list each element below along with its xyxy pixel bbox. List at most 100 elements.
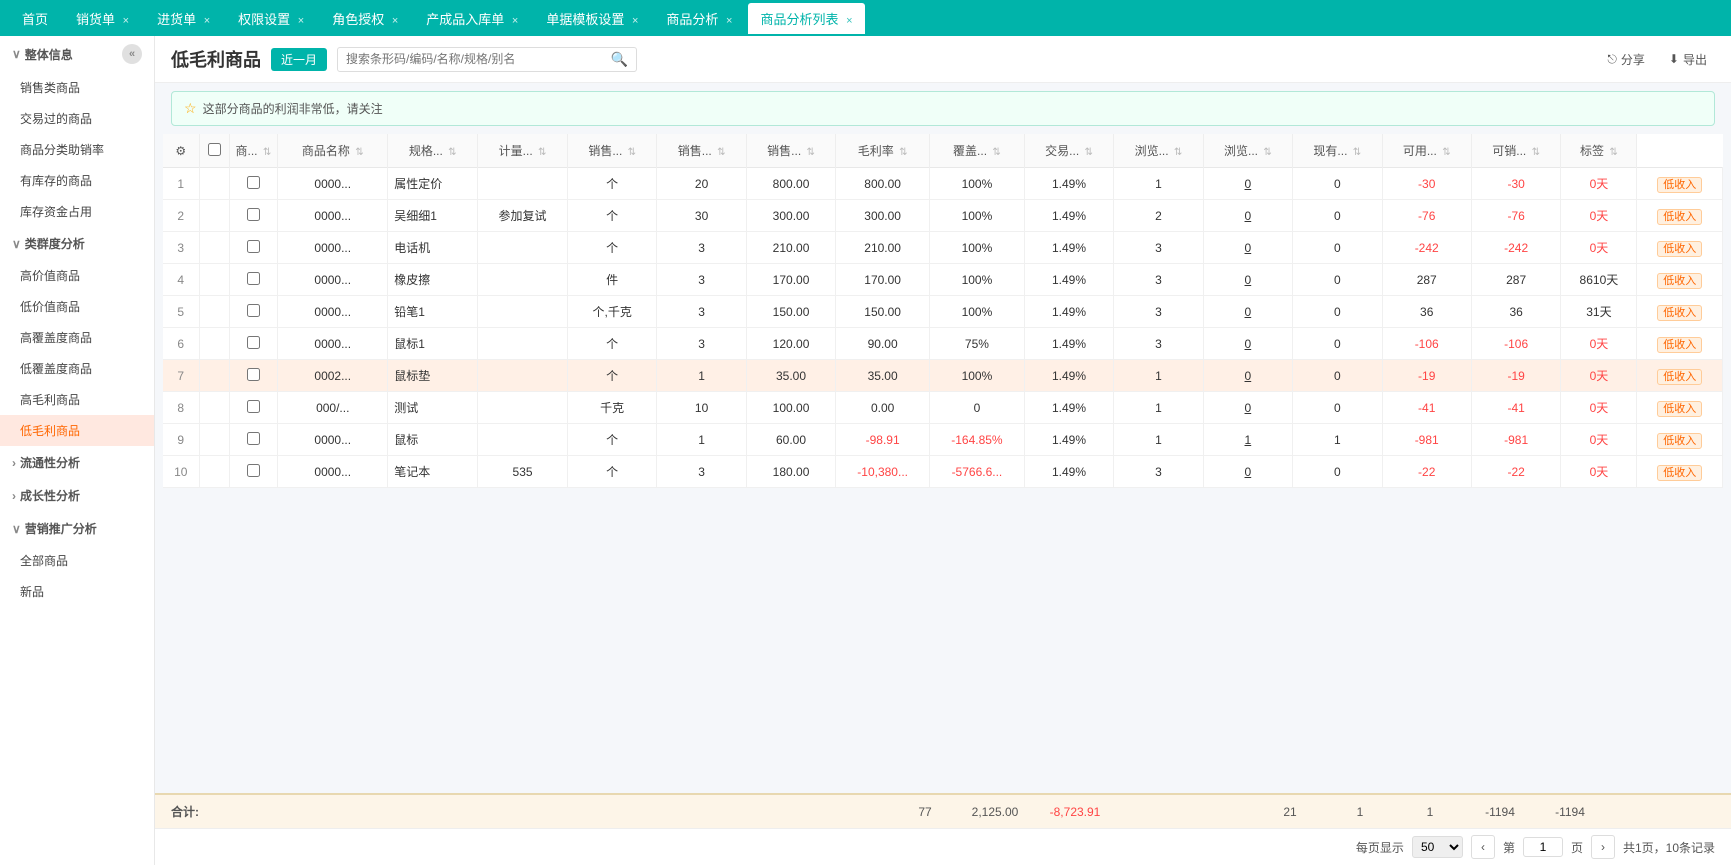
cell-name-3[interactable]: 橡皮擦: [388, 264, 478, 296]
cell-tag-6[interactable]: 低收入: [1637, 360, 1723, 392]
col-tag[interactable]: 标签 ⇅: [1561, 134, 1637, 168]
sidebar-group-growth[interactable]: › 成长性分析: [0, 479, 154, 512]
col-settings[interactable]: ⚙: [163, 134, 199, 168]
nav-permissions-close[interactable]: ×: [298, 15, 304, 27]
col-checkbox[interactable]: [199, 134, 229, 168]
sidebar-item-high-value[interactable]: 高价值商品: [0, 260, 154, 291]
nav-purchase[interactable]: 进货单 ×: [145, 3, 222, 34]
cell-view1-0[interactable]: 0: [1203, 168, 1292, 200]
sidebar-item-high-margin[interactable]: 高毛利商品: [0, 384, 154, 415]
cell-checkbox-4[interactable]: [229, 296, 278, 328]
cell-checkbox-8[interactable]: [229, 424, 278, 456]
search-icon[interactable]: 🔍: [611, 51, 628, 68]
prev-page-button[interactable]: ‹: [1471, 835, 1495, 859]
sidebar-item-sales-goods[interactable]: 销售类商品: [0, 72, 154, 103]
cell-tag-2[interactable]: 低收入: [1637, 232, 1723, 264]
sidebar-item-low-value[interactable]: 低价值商品: [0, 291, 154, 322]
sidebar-item-all-goods[interactable]: 全部商品: [0, 545, 154, 576]
sidebar-item-traded-goods[interactable]: 交易过的商品: [0, 103, 154, 134]
cell-name-6[interactable]: 鼠标垫: [388, 360, 478, 392]
cell-view1-1[interactable]: 0: [1203, 200, 1292, 232]
cell-checkbox-2[interactable]: [229, 232, 278, 264]
cell-checkbox-3[interactable]: [229, 264, 278, 296]
cell-view1-3[interactable]: 0: [1203, 264, 1292, 296]
cell-checkbox-5[interactable]: [229, 328, 278, 360]
export-button[interactable]: ⬇ 导出: [1661, 47, 1715, 72]
share-button[interactable]: ⎋ 分享: [1599, 47, 1653, 72]
nav-product-entry-close[interactable]: ×: [512, 15, 518, 27]
nav-template[interactable]: 单据模板设置 ×: [534, 3, 650, 34]
view1-link-9[interactable]: 0: [1245, 465, 1252, 479]
col-saleable-days[interactable]: 可销... ⇅: [1471, 134, 1560, 168]
sidebar-collapse-overview[interactable]: «: [122, 44, 142, 64]
nav-permissions[interactable]: 权限设置 ×: [226, 3, 316, 34]
row-checkbox-7[interactable]: [247, 400, 260, 413]
sidebar-item-low-coverage[interactable]: 低覆盖度商品: [0, 353, 154, 384]
nav-roles[interactable]: 角色授权 ×: [320, 3, 410, 34]
cell-checkbox-6[interactable]: [229, 360, 278, 392]
next-page-button[interactable]: ›: [1591, 835, 1615, 859]
col-code[interactable]: 商... ⇅: [229, 134, 278, 168]
sidebar-item-low-margin[interactable]: 低毛利商品: [0, 415, 154, 446]
nav-roles-close[interactable]: ×: [392, 15, 398, 27]
view1-link-0[interactable]: 0: [1245, 177, 1252, 191]
col-coverage[interactable]: 覆盖... ⇅: [930, 134, 1025, 168]
cell-tag-7[interactable]: 低收入: [1637, 392, 1723, 424]
nav-purchase-close[interactable]: ×: [204, 15, 210, 27]
col-gross-rate[interactable]: 毛利率 ⇅: [836, 134, 930, 168]
cell-view1-6[interactable]: 0: [1203, 360, 1292, 392]
col-view1[interactable]: 浏览... ⇅: [1114, 134, 1203, 168]
nav-goods-analysis-close[interactable]: ×: [726, 15, 732, 27]
cell-name-0[interactable]: 属性定价: [388, 168, 478, 200]
sidebar-group-marketing[interactable]: ∨ 营销推广分析: [0, 512, 154, 545]
col-sale-price[interactable]: 销售... ⇅: [657, 134, 746, 168]
col-current-stock[interactable]: 现有... ⇅: [1293, 134, 1382, 168]
col-available-stock[interactable]: 可用... ⇅: [1382, 134, 1471, 168]
cell-checkbox-7[interactable]: [229, 392, 278, 424]
col-trade-count[interactable]: 交易... ⇅: [1024, 134, 1113, 168]
cell-tag-8[interactable]: 低收入: [1637, 424, 1723, 456]
sidebar-group-overview[interactable]: ∨ 整体信息 «: [0, 36, 154, 72]
cell-name-2[interactable]: 电话机: [388, 232, 478, 264]
view1-link-1[interactable]: 0: [1245, 209, 1252, 223]
cell-name-8[interactable]: 鼠标: [388, 424, 478, 456]
col-sale-qty[interactable]: 销售... ⇅: [567, 134, 656, 168]
col-name[interactable]: 商品名称 ⇅: [278, 134, 388, 168]
row-checkbox-8[interactable]: [247, 432, 260, 445]
col-sale-profit[interactable]: 销售... ⇅: [746, 134, 835, 168]
col-view2[interactable]: 浏览... ⇅: [1203, 134, 1292, 168]
nav-template-close[interactable]: ×: [632, 15, 638, 27]
cell-tag-4[interactable]: 低收入: [1637, 296, 1723, 328]
page-input[interactable]: [1523, 837, 1563, 857]
cell-view1-5[interactable]: 0: [1203, 328, 1292, 360]
row-checkbox-5[interactable]: [247, 336, 260, 349]
sidebar-item-stocked-goods[interactable]: 有库存的商品: [0, 165, 154, 196]
row-checkbox-4[interactable]: [247, 304, 260, 317]
cell-tag-1[interactable]: 低收入: [1637, 200, 1723, 232]
sidebar-group-flow[interactable]: › 流通性分析: [0, 446, 154, 479]
view1-link-3[interactable]: 0: [1245, 273, 1252, 287]
date-filter-button[interactable]: 近一月: [271, 48, 327, 71]
cell-name-7[interactable]: 测试: [388, 392, 478, 424]
view1-link-4[interactable]: 0: [1245, 305, 1252, 319]
row-checkbox-3[interactable]: [247, 272, 260, 285]
row-checkbox-0[interactable]: [247, 176, 260, 189]
sidebar-item-category-rate[interactable]: 商品分类助销率: [0, 134, 154, 165]
row-checkbox-1[interactable]: [247, 208, 260, 221]
cell-tag-5[interactable]: 低收入: [1637, 328, 1723, 360]
view1-link-5[interactable]: 0: [1245, 337, 1252, 351]
row-checkbox-6[interactable]: [247, 368, 260, 381]
nav-sales[interactable]: 销货单 ×: [64, 3, 141, 34]
cell-tag-9[interactable]: 低收入: [1637, 456, 1723, 488]
cell-name-1[interactable]: 吴细细1: [388, 200, 478, 232]
select-all-checkbox[interactable]: [208, 143, 221, 156]
cell-view1-8[interactable]: 1: [1203, 424, 1292, 456]
table-container[interactable]: ⚙ 商... ⇅ 商品名称 ⇅ 规格... ⇅ 计量... ⇅ 销售... ⇅ …: [163, 134, 1723, 793]
cell-checkbox-0[interactable]: [229, 168, 278, 200]
cell-view1-4[interactable]: 0: [1203, 296, 1292, 328]
col-unit[interactable]: 计量... ⇅: [478, 134, 568, 168]
col-spec[interactable]: 规格... ⇅: [388, 134, 478, 168]
view1-link-6[interactable]: 0: [1245, 369, 1252, 383]
nav-home[interactable]: 首页: [10, 3, 60, 34]
sidebar-item-high-coverage[interactable]: 高覆盖度商品: [0, 322, 154, 353]
